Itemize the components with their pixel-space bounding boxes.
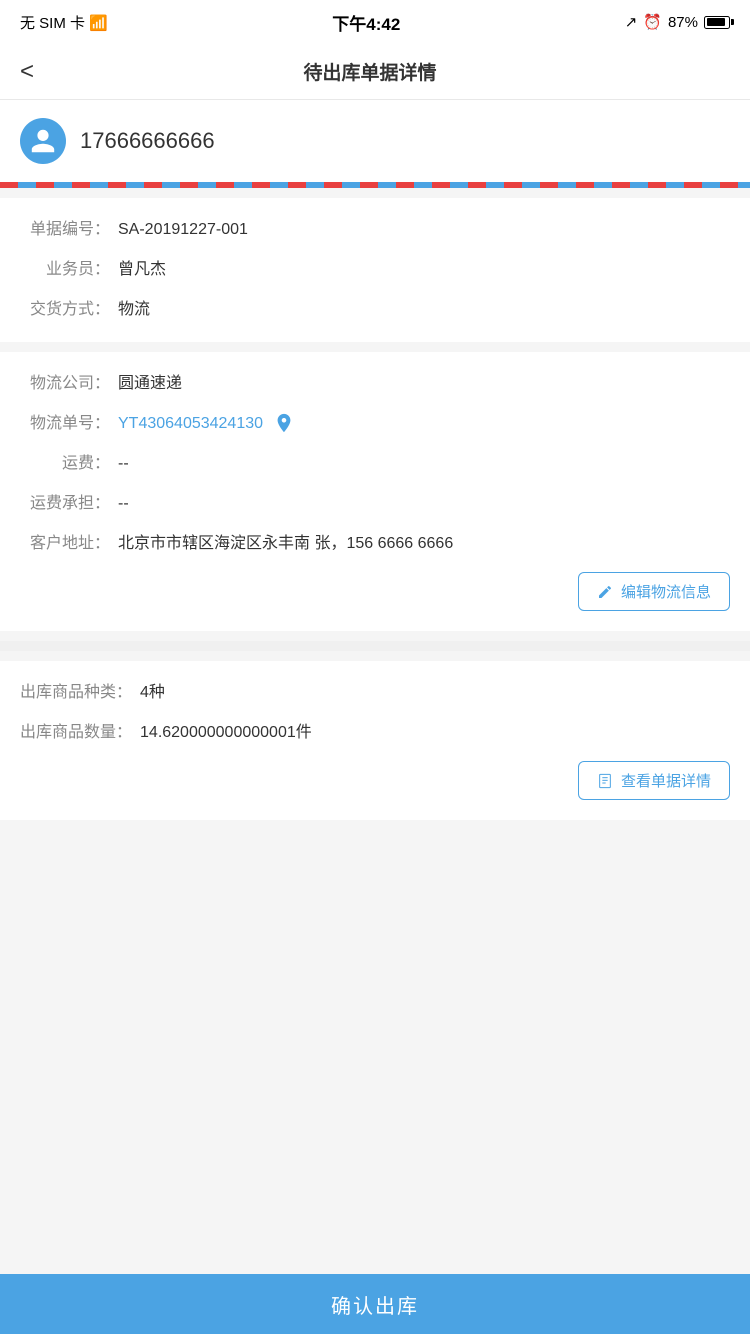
status-left: 无 SIM 卡 📶 bbox=[20, 12, 108, 33]
bill-number-label: 单据编号： bbox=[20, 218, 110, 242]
salesperson-value: 曾凡杰 bbox=[110, 258, 730, 282]
avatar bbox=[20, 118, 66, 164]
tracking-number-label: 物流单号： bbox=[20, 412, 110, 436]
page-title: 待出库单据详情 bbox=[54, 58, 686, 85]
status-bar: 无 SIM 卡 📶 下午4:42 ↗ ⏰ 87% bbox=[0, 0, 750, 44]
outbound-info-section: 出库商品种类： 4种 出库商品数量： 14.620000000000001件 查… bbox=[0, 661, 750, 820]
address-value: 北京市市辖区海淀区永丰南 张，156 6666 6666 bbox=[110, 532, 730, 556]
product-types-row: 出库商品种类： 4种 bbox=[20, 681, 730, 705]
logistics-company-label: 物流公司： bbox=[20, 372, 110, 396]
customer-header: 17666666666 bbox=[0, 100, 750, 182]
status-right: ↗ ⏰ 87% bbox=[625, 13, 730, 31]
back-button[interactable]: < bbox=[20, 58, 34, 86]
salesperson-row: 业务员： 曾凡杰 bbox=[20, 258, 730, 282]
logistics-company-row: 物流公司： 圆通速递 bbox=[20, 372, 730, 396]
salesperson-label: 业务员： bbox=[20, 258, 110, 282]
logistics-info-section: 物流公司： 圆通速递 物流单号： YT43064053424130 运费： --… bbox=[0, 352, 750, 631]
battery-icon bbox=[704, 16, 730, 29]
person-icon bbox=[29, 127, 57, 155]
map-pin-icon[interactable] bbox=[273, 412, 295, 434]
gray-divider bbox=[0, 641, 750, 651]
view-details-button[interactable]: 查看单据详情 bbox=[578, 761, 730, 800]
alarm-icon: ⏰ bbox=[643, 13, 662, 31]
edit-icon bbox=[597, 584, 613, 600]
freight-bearer-label: 运费承担： bbox=[20, 492, 110, 516]
delivery-method-value: 物流 bbox=[110, 298, 730, 322]
bill-number-row: 单据编号： SA-20191227-001 bbox=[20, 218, 730, 242]
freight-bearer-row: 运费承担： -- bbox=[20, 492, 730, 516]
address-row: 客户地址： 北京市市辖区海淀区永丰南 张，156 6666 6666 bbox=[20, 532, 730, 556]
freight-row: 运费： -- bbox=[20, 452, 730, 476]
address-label: 客户地址： bbox=[20, 532, 110, 556]
edit-logistics-button-wrapper: 编辑物流信息 bbox=[20, 572, 730, 611]
tracking-number-row: 物流单号： YT43064053424130 bbox=[20, 412, 730, 436]
product-types-label: 出库商品种类： bbox=[20, 681, 132, 705]
confirm-button[interactable]: 确认出库 bbox=[0, 1274, 750, 1334]
battery-percent: 87% bbox=[668, 14, 698, 31]
delivery-method-label: 交货方式： bbox=[20, 298, 110, 322]
product-qty-label: 出库商品数量： bbox=[20, 721, 132, 745]
battery-fill bbox=[707, 18, 725, 26]
product-qty-row: 出库商品数量： 14.620000000000001件 bbox=[20, 721, 730, 745]
document-icon bbox=[597, 773, 613, 789]
freight-bearer-value: -- bbox=[110, 492, 730, 516]
view-details-button-wrapper: 查看单据详情 bbox=[20, 761, 730, 800]
view-details-label: 查看单据详情 bbox=[621, 770, 711, 791]
product-types-value: 4种 bbox=[132, 681, 730, 705]
freight-value: -- bbox=[110, 452, 730, 476]
freight-label: 运费： bbox=[20, 452, 110, 476]
logistics-company-value: 圆通速递 bbox=[110, 372, 730, 396]
edit-logistics-button[interactable]: 编辑物流信息 bbox=[578, 572, 730, 611]
customer-phone: 17666666666 bbox=[80, 128, 215, 154]
bill-number-value: SA-20191227-001 bbox=[110, 218, 730, 242]
tracking-number-text: YT43064053424130 bbox=[118, 415, 263, 432]
edit-logistics-label: 编辑物流信息 bbox=[621, 581, 711, 602]
basic-info-section: 单据编号： SA-20191227-001 业务员： 曾凡杰 交货方式： 物流 bbox=[0, 198, 750, 342]
product-qty-value: 14.620000000000001件 bbox=[132, 721, 730, 745]
delivery-method-row: 交货方式： 物流 bbox=[20, 298, 730, 322]
bottom-space bbox=[0, 830, 750, 1050]
status-time: 下午4:42 bbox=[332, 10, 400, 35]
confirm-button-label: 确认出库 bbox=[331, 1290, 419, 1319]
dashed-divider bbox=[0, 182, 750, 188]
location-icon: ↗ bbox=[625, 13, 638, 31]
nav-bar: < 待出库单据详情 bbox=[0, 44, 750, 100]
tracking-number-value: YT43064053424130 bbox=[110, 412, 730, 436]
